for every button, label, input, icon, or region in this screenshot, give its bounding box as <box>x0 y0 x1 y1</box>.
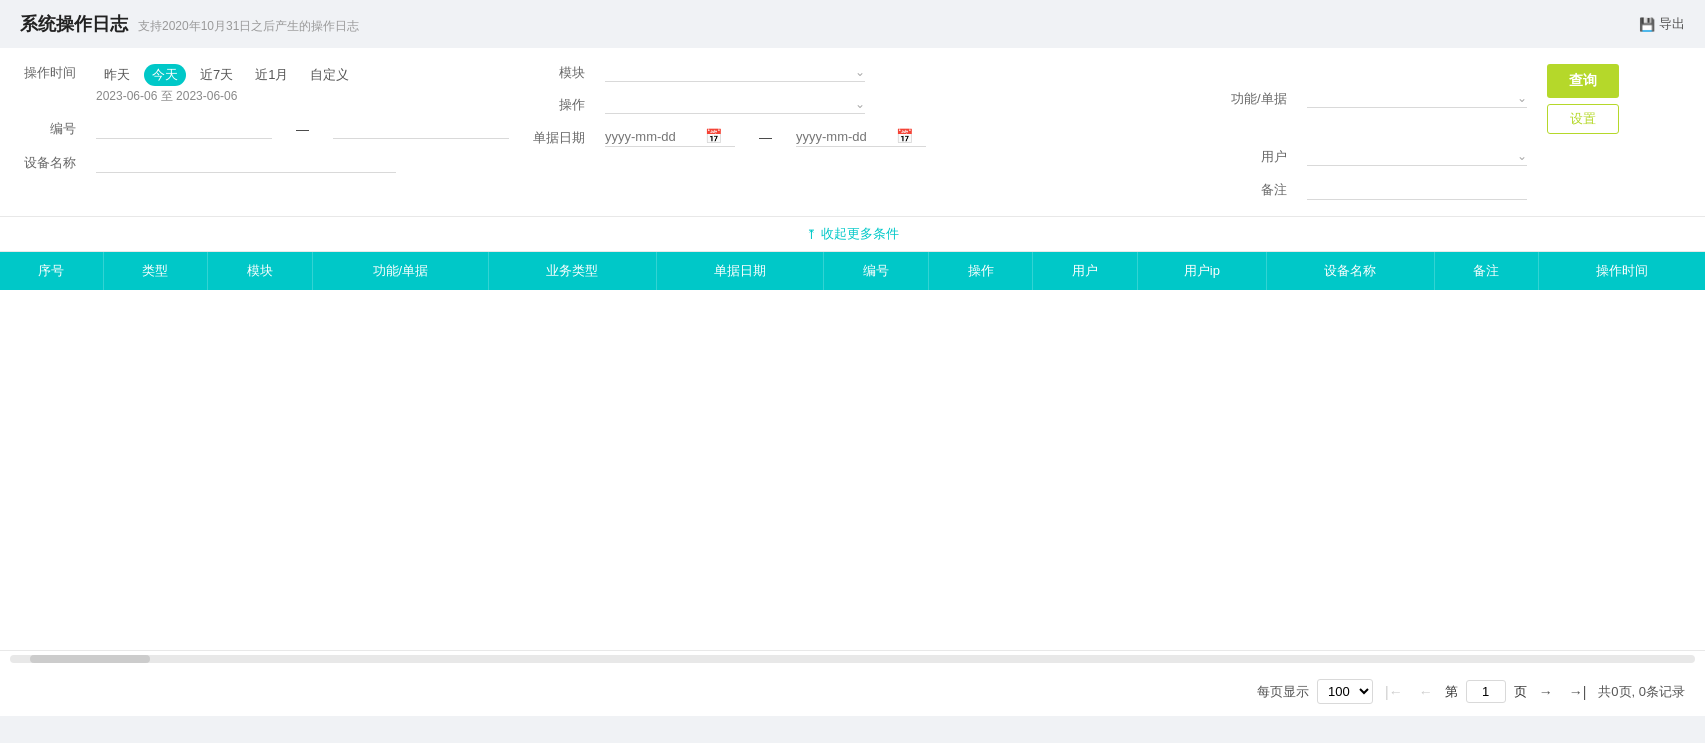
number-label: 编号 <box>20 120 76 138</box>
date-to-wrap: 📅 <box>796 128 926 147</box>
number-dash: — <box>296 122 309 137</box>
table-section: 序号 类型 模块 功能/单据 业务类型 单据日期 编号 操作 用户 用户ip 设… <box>0 252 1705 290</box>
page-label: 第 <box>1445 683 1458 701</box>
data-table: 序号 类型 模块 功能/单据 业务类型 单据日期 编号 操作 用户 用户ip 设… <box>0 252 1705 290</box>
calendar-from-icon[interactable]: 📅 <box>705 128 722 144</box>
per-page-select[interactable]: 100 50 200 <box>1317 679 1373 704</box>
filter-row-time: 操作时间 昨天 今天 近7天 近1月 自定义 2023-06-06 至 2023… <box>20 64 509 105</box>
col-number: 编号 <box>824 252 928 290</box>
filter-row-remark: 备注 <box>1231 180 1685 200</box>
filter-row-number: 编号 — <box>20 119 509 139</box>
filter-right: 功能/单据 ⌄ 查询 设置 用户 ⌄ 备注 <box>1231 64 1685 200</box>
operation-select[interactable]: ⌄ <box>605 97 865 114</box>
settings-button[interactable]: 设置 <box>1547 104 1619 134</box>
col-vdate: 单据日期 <box>656 252 824 290</box>
filter-row-function: 功能/单据 ⌄ 查询 设置 <box>1231 64 1685 134</box>
date-from-wrap: 📅 <box>605 128 735 147</box>
date-range-display: 2023-06-06 至 2023-06-06 <box>96 88 357 105</box>
title-wrap: 系统操作日志 支持2020年10月31日之后产生的操作日志 <box>20 12 359 36</box>
function-select[interactable]: ⌄ <box>1307 91 1527 108</box>
filter-row-operation: 操作 ⌄ <box>529 96 1211 114</box>
time-btn-yesterday[interactable]: 昨天 <box>96 64 138 86</box>
remark-label: 备注 <box>1231 181 1287 199</box>
first-page-btn[interactable]: |← <box>1381 682 1407 702</box>
user-chevron-icon: ⌄ <box>1517 149 1527 163</box>
module-label: 模块 <box>529 64 585 82</box>
col-biztype: 业务类型 <box>489 252 657 290</box>
scrollbar-area[interactable] <box>0 650 1705 667</box>
time-options-wrap: 昨天 今天 近7天 近1月 自定义 2023-06-06 至 2023-06-0… <box>96 64 357 105</box>
device-input[interactable] <box>96 153 396 173</box>
export-button[interactable]: 💾 导出 <box>1639 15 1685 33</box>
scrollbar-thumb[interactable] <box>30 655 150 663</box>
calendar-to-icon[interactable]: 📅 <box>896 128 913 144</box>
table-head: 序号 类型 模块 功能/单据 业务类型 单据日期 编号 操作 用户 用户ip 设… <box>0 252 1705 290</box>
remark-input[interactable] <box>1307 180 1527 200</box>
page-total: 共0页, 0条记录 <box>1598 683 1685 701</box>
time-label: 操作时间 <box>20 64 76 82</box>
date-dash: — <box>759 130 772 145</box>
per-page-label: 每页显示 <box>1257 683 1309 701</box>
time-btn-today[interactable]: 今天 <box>144 64 186 86</box>
collapse-label: 收起更多条件 <box>821 225 899 243</box>
filter-section: 操作时间 昨天 今天 近7天 近1月 自定义 2023-06-06 至 2023… <box>0 48 1705 217</box>
filter-row-device: 设备名称 <box>20 153 509 173</box>
page-title: 系统操作日志 <box>20 12 128 36</box>
number-input-from[interactable] <box>96 119 272 139</box>
time-btn-custom[interactable]: 自定义 <box>302 64 357 86</box>
device-label: 设备名称 <box>20 154 76 172</box>
col-module: 模块 <box>208 252 312 290</box>
col-function: 功能/单据 <box>312 252 488 290</box>
col-optime: 操作时间 <box>1538 252 1705 290</box>
filter-center: 模块 ⌄ 操作 ⌄ 单据日期 📅 <box>529 64 1211 147</box>
export-icon: 💾 <box>1639 17 1655 32</box>
next-page-btn[interactable]: → <box>1535 682 1557 702</box>
table-header-row: 序号 类型 模块 功能/单据 业务类型 单据日期 编号 操作 用户 用户ip 设… <box>0 252 1705 290</box>
date-from-input[interactable] <box>605 129 705 144</box>
page-header: 系统操作日志 支持2020年10月31日之后产生的操作日志 💾 导出 <box>0 0 1705 48</box>
col-remark: 备注 <box>1434 252 1538 290</box>
voucher-date-label: 单据日期 <box>529 129 585 147</box>
col-type: 类型 <box>103 252 207 290</box>
pagination: 每页显示 100 50 200 |← ← 第 页 → →| 共0页, 0条记录 <box>0 667 1705 716</box>
module-select[interactable]: ⌄ <box>605 65 865 82</box>
col-device: 设备名称 <box>1266 252 1434 290</box>
page-subtitle: 支持2020年10月31日之后产生的操作日志 <box>138 18 359 35</box>
page-input[interactable] <box>1466 680 1506 703</box>
collapse-up-icon: ⤒ <box>806 227 817 242</box>
time-buttons: 昨天 今天 近7天 近1月 自定义 <box>96 64 357 86</box>
time-btn-7days[interactable]: 近7天 <box>192 64 241 86</box>
module-chevron-icon: ⌄ <box>855 65 865 79</box>
filter-left: 操作时间 昨天 今天 近7天 近1月 自定义 2023-06-06 至 2023… <box>20 64 509 173</box>
number-input-to[interactable] <box>333 119 509 139</box>
operation-label: 操作 <box>529 96 585 114</box>
filter-row-module: 模块 ⌄ <box>529 64 1211 82</box>
action-buttons: 查询 设置 <box>1547 64 1619 134</box>
query-button[interactable]: 查询 <box>1547 64 1619 98</box>
empty-area <box>0 290 1705 650</box>
time-btn-1month[interactable]: 近1月 <box>247 64 296 86</box>
col-user: 用户 <box>1033 252 1137 290</box>
filter-row-voucher-date: 单据日期 📅 — 📅 <box>529 128 1211 147</box>
operation-chevron-icon: ⌄ <box>855 97 865 111</box>
col-userip: 用户ip <box>1137 252 1266 290</box>
col-index: 序号 <box>0 252 103 290</box>
user-select[interactable]: ⌄ <box>1307 149 1527 166</box>
page-unit: 页 <box>1514 683 1527 701</box>
filter-row-user: 用户 ⌄ <box>1231 148 1685 166</box>
user-label: 用户 <box>1231 148 1287 166</box>
date-to-input[interactable] <box>796 129 896 144</box>
scrollbar-track <box>10 655 1695 663</box>
function-chevron-icon: ⌄ <box>1517 91 1527 105</box>
filter-main-row: 操作时间 昨天 今天 近7天 近1月 自定义 2023-06-06 至 2023… <box>20 64 1685 200</box>
function-label: 功能/单据 <box>1231 90 1287 108</box>
last-page-btn[interactable]: →| <box>1565 682 1591 702</box>
col-operation: 操作 <box>928 252 1032 290</box>
prev-page-btn[interactable]: ← <box>1415 682 1437 702</box>
collapse-bar[interactable]: ⤒ 收起更多条件 <box>0 217 1705 252</box>
